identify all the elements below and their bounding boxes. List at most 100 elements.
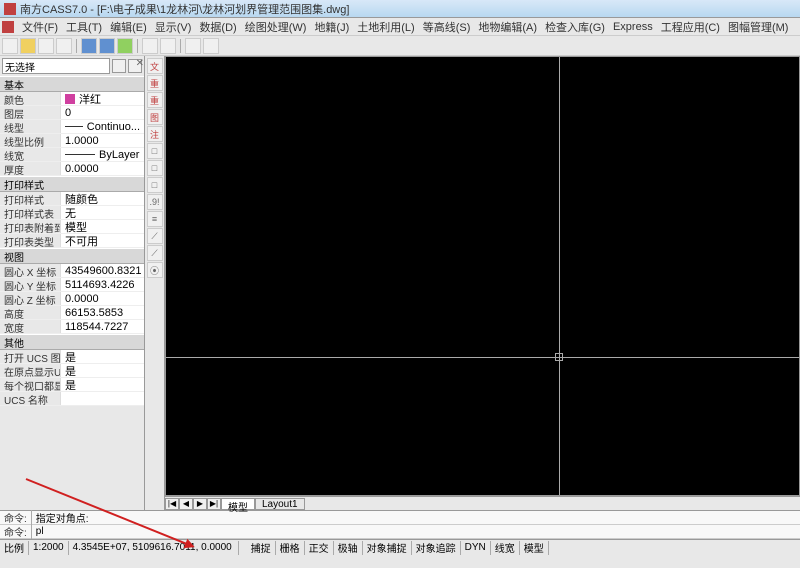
tb-paste-icon[interactable] [117,38,133,54]
menu-item[interactable]: 地籍(J) [310,19,353,35]
props-row[interactable]: 圆心 Y 坐标5114693.4226 [0,278,144,292]
menu-item[interactable]: 工具(T) [62,19,106,35]
props-value[interactable]: 不可用 [60,234,144,247]
props-value[interactable]: 118544.7227 [60,320,144,333]
vtool-btn-icon[interactable]: 重 [147,92,163,108]
tb-save-icon[interactable] [38,38,54,54]
tb-misc1-icon[interactable] [185,38,201,54]
props-value[interactable]: Continuo... [60,120,144,133]
tab-nav-btn[interactable]: ▶ [193,498,207,510]
vtool-btn-icon[interactable]: □ [147,177,163,193]
props-value[interactable]: 0.0000 [60,162,144,175]
props-header-other[interactable]: 其他 [0,334,144,350]
tb-redo-icon[interactable] [160,38,176,54]
props-row[interactable]: UCS 名称 [0,392,144,406]
props-value[interactable]: 洋红 [60,92,144,105]
props-row[interactable]: 圆心 X 坐标43549600.8321 [0,264,144,278]
menu-item[interactable]: 编辑(E) [106,19,151,35]
props-value[interactable]: 0.0000 [60,292,144,305]
status-toggle[interactable]: DYN [461,541,491,555]
props-row[interactable]: 打印样式随颜色 [0,192,144,206]
props-row[interactable]: 每个视口都显...是 [0,378,144,392]
props-row[interactable]: 线型Continuo... [0,120,144,134]
status-toggle[interactable]: 捕捉 [247,541,276,555]
menu-item[interactable]: 显示(V) [151,19,196,35]
props-row[interactable]: 图层0 [0,106,144,120]
menu-item[interactable]: Express [609,21,657,33]
status-toggle[interactable]: 对象捕捉 [363,541,412,555]
props-row[interactable]: 宽度118544.7227 [0,320,144,334]
props-row[interactable]: 线宽ByLayer [0,148,144,162]
menu-item[interactable]: 绘图处理(W) [241,19,311,35]
props-header-basic[interactable]: 基本 [0,76,144,92]
menu-item[interactable]: 检查入库(G) [541,19,609,35]
props-value[interactable]: 无 [60,206,144,219]
status-toggle[interactable]: 模型 [520,541,549,555]
props-row[interactable]: 颜色洋红 [0,92,144,106]
props-value[interactable]: 是 [60,350,144,363]
menu-item[interactable]: 地物编辑(A) [474,19,541,35]
props-value[interactable]: 是 [60,364,144,377]
vtool-btn-icon[interactable]: ⟋ [147,245,163,261]
props-header-print[interactable]: 打印样式 [0,176,144,192]
filter-btn1-icon[interactable] [112,59,126,73]
props-row[interactable]: 打开 UCS 图标是 [0,350,144,364]
tb-print-icon[interactable] [56,38,72,54]
status-scale[interactable]: 1:2000 [29,541,69,555]
menu-item[interactable]: 文件(F) [18,19,62,35]
vtool-btn-icon[interactable]: ⦿ [147,262,163,278]
tab-nav-btn[interactable]: |◀ [165,498,179,510]
filter-combo[interactable]: 无选择 [2,58,110,74]
menu-item[interactable]: 土地利用(L) [353,19,418,35]
props-row[interactable]: 圆心 Z 坐标0.0000 [0,292,144,306]
props-row[interactable]: 打印表类型不可用 [0,234,144,248]
tb-open-icon[interactable] [20,38,36,54]
vtool-btn-icon[interactable]: ⟋ [147,228,163,244]
tb-undo-icon[interactable] [142,38,158,54]
status-toggle[interactable]: 极轴 [334,541,363,555]
vtool-btn-icon[interactable]: 重 [147,75,163,91]
props-row[interactable]: 打印表附着到模型 [0,220,144,234]
command-input-row[interactable]: 命令: pl [0,525,800,539]
menu-item[interactable]: 图幅管理(M) [724,19,793,35]
tb-new-icon[interactable] [2,38,18,54]
props-row[interactable]: 高度66153.5853 [0,306,144,320]
menu-item[interactable]: 数据(D) [195,19,240,35]
vtool-btn-icon[interactable]: .9! [147,194,163,210]
props-value[interactable]: ByLayer [60,148,144,161]
props-value[interactable]: 1.0000 [60,134,144,147]
props-row[interactable]: 厚度0.0000 [0,162,144,176]
props-header-view[interactable]: 视图 [0,248,144,264]
status-toggle[interactable]: 线宽 [491,541,520,555]
tab-nav-btn[interactable]: ◀ [179,498,193,510]
tb-misc2-icon[interactable] [203,38,219,54]
props-value[interactable]: 是 [60,378,144,391]
props-value[interactable]: 5114693.4226 [60,278,144,291]
tb-cut-icon[interactable] [81,38,97,54]
props-value[interactable]: 模型 [60,220,144,233]
panel-close-icon[interactable]: ✕ [136,58,144,69]
props-value[interactable] [60,392,144,405]
tab-nav-btn[interactable]: ▶| [207,498,221,510]
props-value[interactable]: 随颜色 [60,192,144,205]
props-value[interactable]: 66153.5853 [60,306,144,319]
menu-item[interactable]: 等高线(S) [419,19,475,35]
layout-tab[interactable]: 模型 [221,498,255,510]
props-row[interactable]: 打印样式表无 [0,206,144,220]
props-value[interactable]: 43549600.8321 [60,264,144,277]
vtool-btn-icon[interactable]: □ [147,143,163,159]
vtool-btn-icon[interactable]: 图 [147,109,163,125]
props-value[interactable]: 0 [60,106,144,119]
status-toggle[interactable]: 栅格 [276,541,305,555]
layout-tab[interactable]: Layout1 [255,498,305,510]
status-toggle[interactable]: 对象追踪 [412,541,461,555]
menu-item[interactable]: 工程应用(C) [657,19,724,35]
tb-copy-icon[interactable] [99,38,115,54]
props-row[interactable]: 在原点显示U...是 [0,364,144,378]
vtool-btn-icon[interactable]: ≡ [147,211,163,227]
vtool-btn-icon[interactable]: □ [147,160,163,176]
drawing-viewport[interactable] [165,56,800,496]
vtool-btn-icon[interactable]: 文 [147,58,163,74]
cmd-input[interactable]: pl [32,526,800,537]
status-toggle[interactable]: 正交 [305,541,334,555]
